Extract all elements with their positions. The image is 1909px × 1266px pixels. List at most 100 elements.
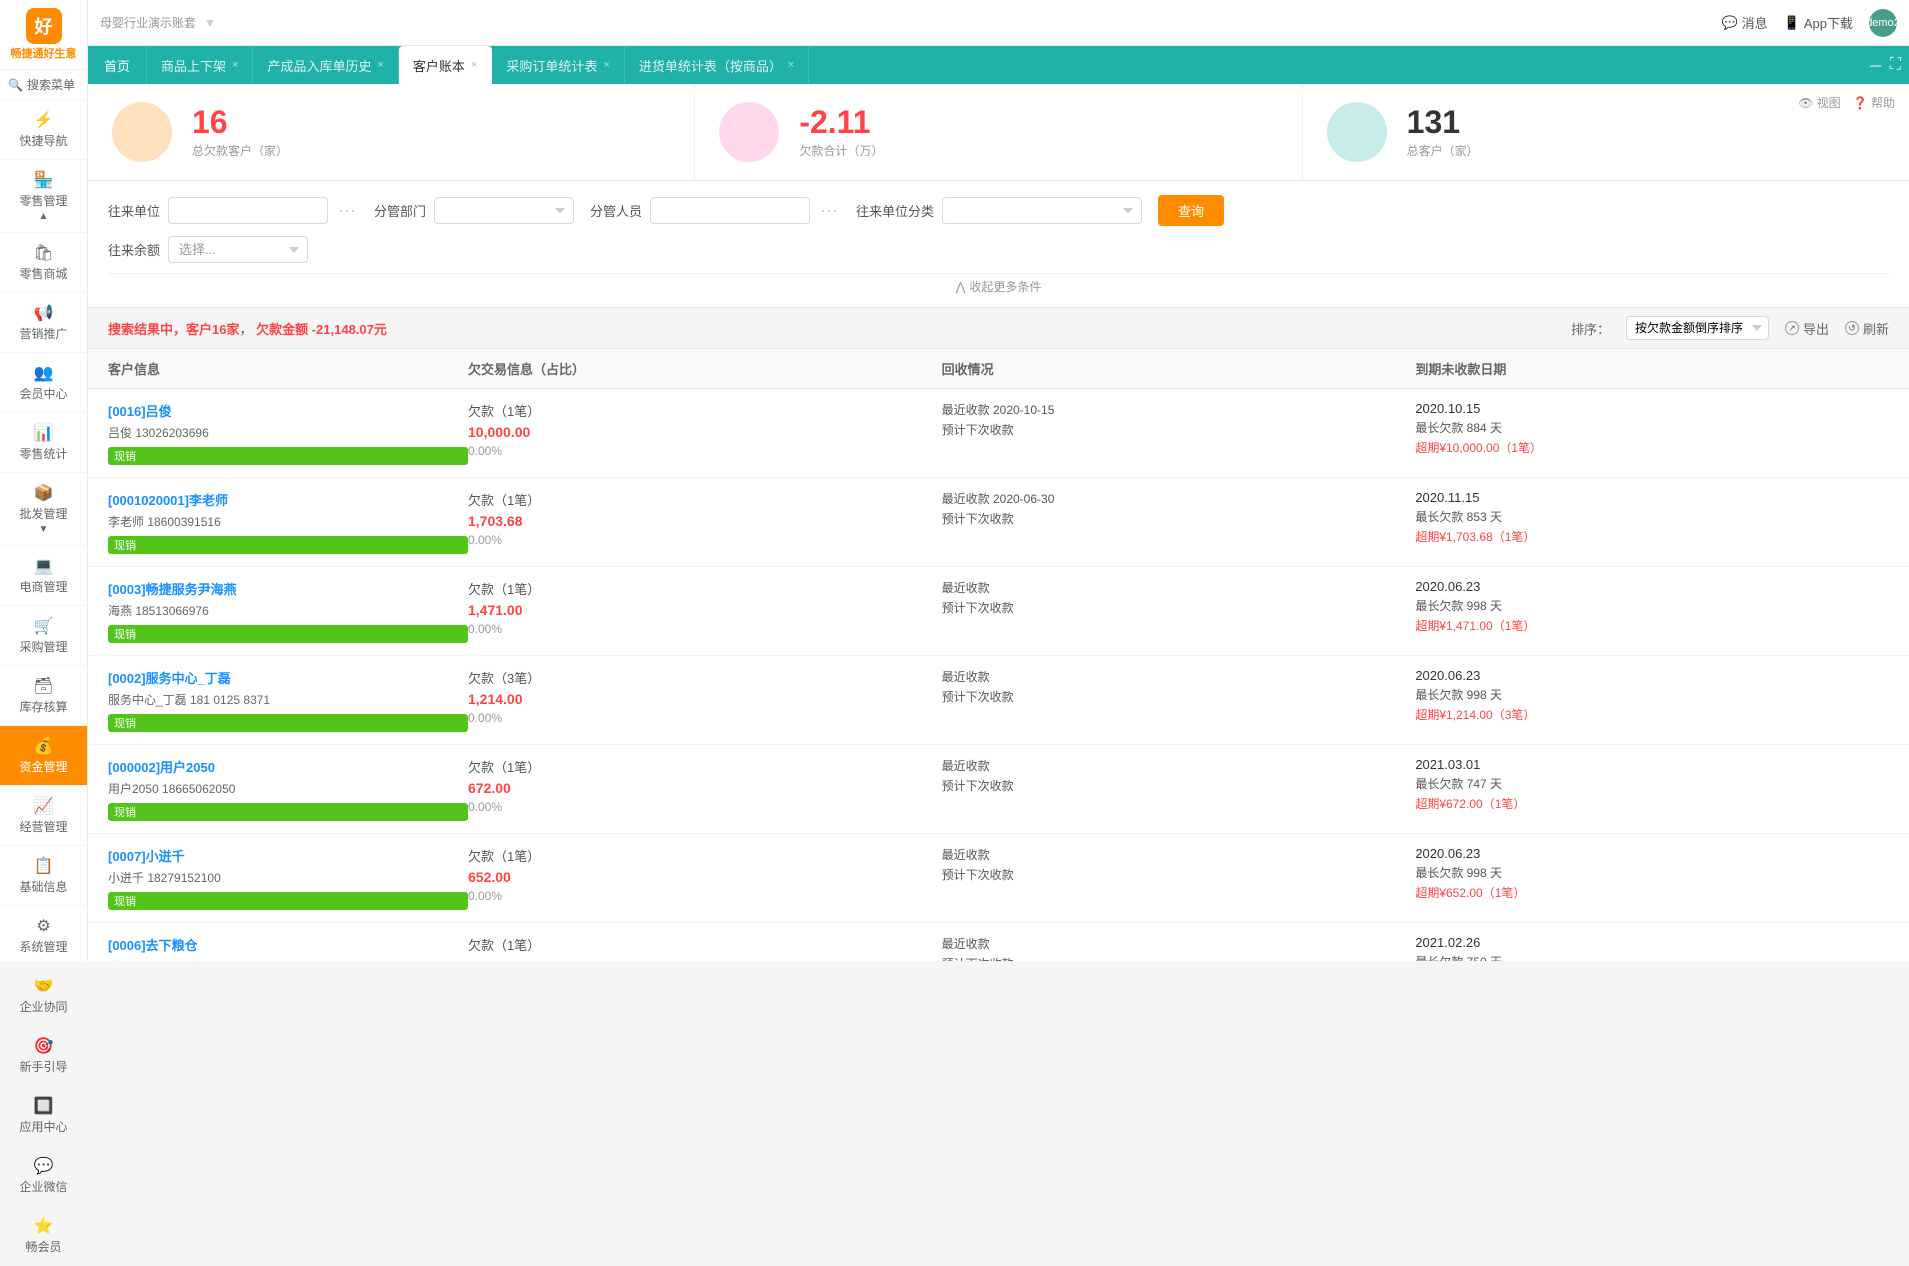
user-avatar[interactable]: demo2 xyxy=(1869,9,1897,37)
retail-stats-icon: 📊 xyxy=(34,423,54,443)
overdue-info-5: 2020.06.23 最长欠款 998 天 超期¥652.00（1笔） xyxy=(1415,846,1889,901)
debt-amount-4[interactable]: 672.00 xyxy=(468,780,942,796)
overdue-link-0[interactable]: 超期¥10,000.00（1笔） xyxy=(1415,439,1889,456)
maximize-icon[interactable]: ⛶ xyxy=(1890,56,1901,74)
overdue-link-4[interactable]: 超期¥672.00（1笔） xyxy=(1415,795,1889,812)
customer-name-5[interactable]: [0007]小迸千 xyxy=(108,846,468,865)
sidebar-item-purchase[interactable]: 🛒 采购管理 xyxy=(0,606,87,666)
tab-home-label: 首页 xyxy=(104,56,130,75)
customer-info-4: [000002]用户2050 用户2050 18665062050 现销 xyxy=(108,757,468,821)
help-btn[interactable]: ❓ 帮助 xyxy=(1853,94,1895,111)
filter-from-unit: 往来单位 ··· xyxy=(108,197,358,224)
tab-customer-account[interactable]: 客户账本 × xyxy=(399,46,492,84)
manager-dots[interactable]: ··· xyxy=(818,200,840,221)
purchase-label: 采购管理 xyxy=(19,638,67,655)
from-unit-dots[interactable]: ··· xyxy=(336,200,358,221)
debt-amount-1[interactable]: 1,703.68 xyxy=(468,513,942,529)
sidebar-item-finance[interactable]: 💰 资金管理 xyxy=(0,726,87,786)
quick-nav-label: 快捷导航 xyxy=(19,132,67,149)
search-icon: 🔍 xyxy=(8,78,23,92)
sidebar-item-sys-mgmt[interactable]: ⚙ 系统管理 xyxy=(0,906,87,966)
customer-name-6[interactable]: [0006]去下粮仓 xyxy=(108,935,468,954)
owed-amount-info: -2.11 欠款合计（万） xyxy=(799,106,883,159)
debt-amount-0[interactable]: 10,000.00 xyxy=(468,424,942,440)
customer-name-1[interactable]: [0001020001]李老师 xyxy=(108,490,468,509)
dept-select[interactable] xyxy=(434,197,574,224)
tab-purchase-order[interactable]: 采购订单统计表 × xyxy=(492,46,624,84)
results-summary: 搜索结果中，客户16家 xyxy=(108,322,239,337)
overdue-link-3[interactable]: 超期¥1,214.00（3笔） xyxy=(1415,706,1889,723)
balance-select[interactable]: 选择... xyxy=(168,236,308,263)
overdue-info-4: 2021.03.01 最长欠款 747 天 超期¥672.00（1笔） xyxy=(1415,757,1889,812)
tab-product-off-close[interactable]: × xyxy=(232,59,238,71)
sidebar-item-retail-mgmt[interactable]: 🏪 零售管理 ▲ xyxy=(0,160,87,233)
overdue-link-1[interactable]: 超期¥1,703.68（1笔） xyxy=(1415,528,1889,545)
overdue-link-5[interactable]: 超期¥652.00（1笔） xyxy=(1415,884,1889,901)
new-guide-label: 新手引导 xyxy=(19,1058,67,1075)
table-row: [0003]畅捷服务尹海燕 海燕 18513066976 现销 欠款（1笔） 1… xyxy=(88,567,1909,656)
tab-product-history-close[interactable]: × xyxy=(377,59,383,71)
tab-purchase-order-label: 采购订单统计表 xyxy=(506,56,597,75)
search-button[interactable]: 查询 xyxy=(1158,195,1224,226)
filter-unit-type: 往来单位分类 xyxy=(856,197,1142,224)
export-btn[interactable]: ↗ 导出 xyxy=(1785,319,1829,338)
customer-name-4[interactable]: [000002]用户2050 xyxy=(108,757,468,776)
tab-purchase-order-close[interactable]: × xyxy=(603,59,609,71)
app-download-btn[interactable]: 📱 App下载 xyxy=(1784,13,1853,32)
debt-info-4: 欠款（1笔） 672.00 0.00% xyxy=(468,757,942,814)
from-unit-input[interactable] xyxy=(168,197,328,224)
view-btn[interactable]: 👁 视图 xyxy=(1798,94,1841,111)
customer-name-2[interactable]: [0003]畅捷服务尹海燕 xyxy=(108,579,468,598)
debt-count-6: 欠款（1笔） xyxy=(468,935,942,954)
sidebar-search[interactable]: 🔍 搜索菜单 xyxy=(0,70,87,100)
sidebar-item-enterprise-wechat[interactable]: 💬 企业微信 xyxy=(0,1146,87,1206)
member-center-label: 会员中心 xyxy=(19,385,67,402)
refresh-btn[interactable]: ↺ 刷新 xyxy=(1845,319,1889,338)
sidebar-item-business[interactable]: 📈 经营管理 xyxy=(0,786,87,846)
tab-import-stats-close[interactable]: × xyxy=(788,59,794,71)
sidebar-item-wholesale-mgmt[interactable]: 📦 批发管理 ▼ xyxy=(0,473,87,546)
sidebar-logo[interactable]: 好 畅捷通好生意 xyxy=(0,0,87,70)
table-row: [0002]服务中心_丁磊 服务中心_丁磊 181 0125 8371 现销 欠… xyxy=(88,656,1909,745)
debt-amount-2[interactable]: 1,471.00 xyxy=(468,602,942,618)
message-btn[interactable]: 💬 消息 xyxy=(1721,13,1767,32)
debt-amount-5[interactable]: 652.00 xyxy=(468,869,942,885)
sidebar-item-basic-info[interactable]: 📋 基础信息 xyxy=(0,846,87,906)
overdue-link-2[interactable]: 超期¥1,471.00（1笔） xyxy=(1415,617,1889,634)
minimize-icon[interactable]: － xyxy=(1868,53,1884,77)
debt-count-5: 欠款（1笔） xyxy=(468,846,942,865)
sidebar-item-inventory[interactable]: 🗃 库存核算 xyxy=(0,666,87,726)
tab-product-off[interactable]: 商品上下架 × xyxy=(147,46,253,84)
collapse-btn[interactable]: ⋀ 收起更多条件 xyxy=(108,273,1889,299)
sidebar-item-ecommerce[interactable]: 💻 电商管理 xyxy=(0,546,87,606)
basic-info-label: 基础信息 xyxy=(19,878,67,895)
sidebar-item-retail-mall[interactable]: 🛍 零售商城 xyxy=(0,233,87,293)
tab-customer-account-label: 客户账本 xyxy=(413,56,465,75)
sidebar-item-quick-nav[interactable]: ⚡ 快捷导航 xyxy=(0,100,87,160)
sidebar-item-vip[interactable]: ⭐ 畅会员 xyxy=(0,1206,87,1266)
unit-type-select[interactable] xyxy=(942,197,1142,224)
sort-select[interactable]: 按欠款金额倒序排序 xyxy=(1626,316,1769,340)
sidebar-item-app-center[interactable]: 🔲 应用中心 xyxy=(0,1086,87,1146)
customer-badge-5: 现销 xyxy=(108,892,468,910)
customer-name-0[interactable]: [0016]吕俊 xyxy=(108,401,468,420)
total-customers-icon xyxy=(1327,102,1387,162)
tab-import-stats[interactable]: 进货单统计表（按商品） × xyxy=(625,46,809,84)
sidebar-item-retail-stats[interactable]: 📊 零售统计 xyxy=(0,413,87,473)
sidebar-item-marketing[interactable]: 📢 营销推广 xyxy=(0,293,87,353)
debt-amount-3[interactable]: 1,214.00 xyxy=(468,691,942,707)
customer-phone-3: 服务中心_丁磊 181 0125 8371 xyxy=(108,691,468,708)
sidebar-item-new-guide[interactable]: 🎯 新手引导 xyxy=(0,1026,87,1086)
sidebar-item-member-center[interactable]: 👥 会员中心 xyxy=(0,353,87,413)
next-payment-2: 预计下次收款 xyxy=(942,599,1416,616)
manager-input[interactable] xyxy=(650,197,810,224)
total-customers-info: 131 总客户（家） xyxy=(1407,106,1479,159)
last-payment-6: 最近收款 xyxy=(942,935,1416,952)
topbar: 母婴行业演示账套 ▼ 💬 消息 📱 App下载 demo2 xyxy=(88,0,1909,46)
sidebar-item-enterprise[interactable]: 🤝 企业协同 xyxy=(0,966,87,1026)
customer-badge-0: 现销 xyxy=(108,447,468,465)
tab-customer-account-close[interactable]: × xyxy=(471,59,477,71)
tab-product-history[interactable]: 产成品入库单历史 × xyxy=(253,46,398,84)
tab-home[interactable]: 首页 xyxy=(88,46,147,84)
customer-name-3[interactable]: [0002]服务中心_丁磊 xyxy=(108,668,468,687)
